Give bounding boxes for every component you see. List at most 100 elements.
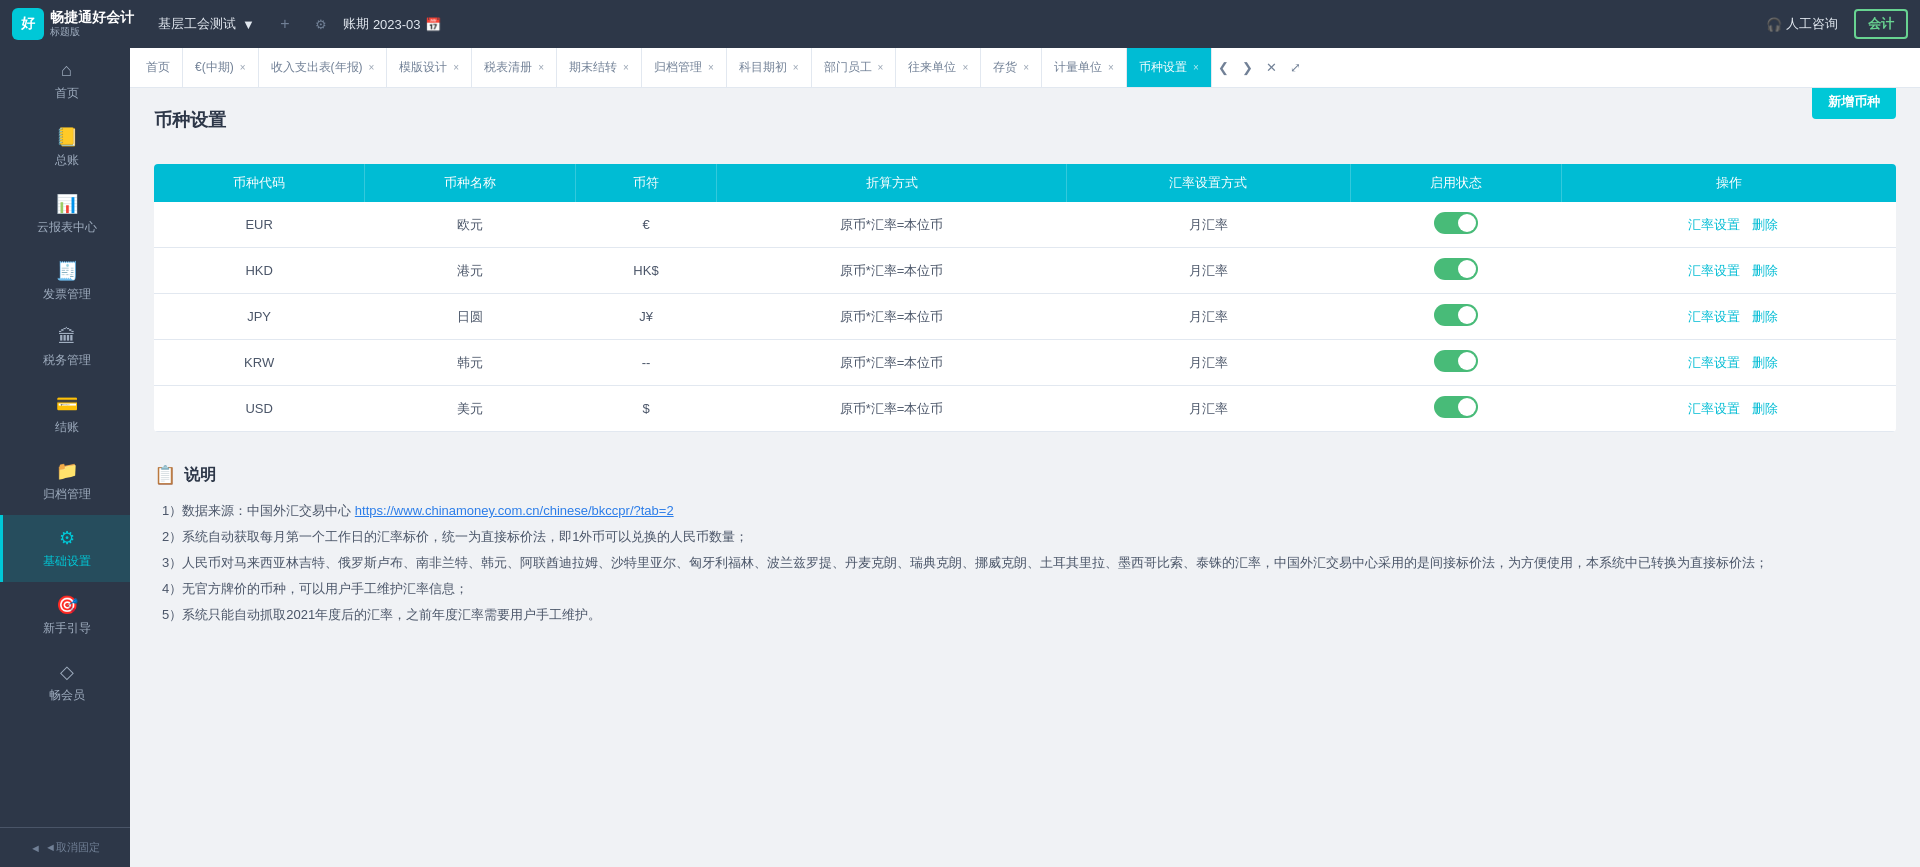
sidebar-item-home[interactable]: ⌂ 首页 (0, 48, 130, 114)
tab-period-end[interactable]: 期末结转 × (557, 48, 642, 88)
delete-link[interactable]: 删除 (1752, 355, 1778, 370)
cell-name: 港元 (364, 248, 576, 294)
sidebar-item-checkout[interactable]: 💳 结账 (0, 381, 130, 448)
cell-calc: 原币*汇率=本位币 (716, 248, 1067, 294)
tab-template-close[interactable]: × (453, 62, 459, 73)
logo-icon: 好 (12, 8, 44, 40)
tab-period-label: €(中期) (195, 59, 234, 76)
tab-unit[interactable]: 计量单位 × (1042, 48, 1127, 88)
sidebar-item-member[interactable]: ◇ 畅会员 (0, 649, 130, 716)
tab-income[interactable]: 收入支出表(年报) × (259, 48, 388, 88)
archive-icon: 📁 (56, 460, 78, 482)
sidebar-member-label: 畅会员 (49, 687, 85, 704)
cell-rate-type: 月汇率 (1067, 386, 1350, 432)
member-icon: ◇ (60, 661, 74, 683)
rate-setting-link[interactable]: 汇率设置 (1688, 263, 1740, 278)
tab-archive-close[interactable]: × (708, 62, 714, 73)
tab-prev-button[interactable]: ❮ (1212, 48, 1236, 88)
cell-rate-type: 月汇率 (1067, 294, 1350, 340)
sidebar-item-invoice[interactable]: 🧾 发票管理 (0, 248, 130, 315)
tab-period-close[interactable]: × (240, 62, 246, 73)
enabled-toggle[interactable] (1434, 258, 1478, 280)
tab-customer[interactable]: 往来单位 × (896, 48, 981, 88)
enabled-toggle[interactable] (1434, 396, 1478, 418)
rate-setting-link[interactable]: 汇率设置 (1688, 355, 1740, 370)
tab-tax[interactable]: 税表清册 × (472, 48, 557, 88)
currency-table: 币种代码 币种名称 币符 折算方式 汇率设置方式 启用状态 操作 EUR 欧元 … (154, 164, 1896, 432)
sidebar-footer-collapse[interactable]: ◄ ◄取消固定 (0, 827, 130, 867)
reports-icon: 📊 (56, 193, 78, 215)
sidebar-item-settings[interactable]: ⚙ 基础设置 (0, 515, 130, 582)
note-title-text: 说明 (184, 465, 216, 486)
cell-code: EUR (154, 202, 364, 248)
sidebar-item-archive[interactable]: 📁 归档管理 (0, 448, 130, 515)
tab-tax-close[interactable]: × (538, 62, 544, 73)
tab-currency-close[interactable]: × (1193, 62, 1199, 73)
tab-period[interactable]: €(中期) × (183, 48, 259, 88)
tab-template[interactable]: 模版设计 × (387, 48, 472, 88)
cell-code: USD (154, 386, 364, 432)
delete-link[interactable]: 删除 (1752, 401, 1778, 416)
settings-button[interactable]: ⚙ (307, 4, 335, 44)
top-bar-actions: 🎧 人工咨询 会计 (1758, 9, 1908, 39)
sidebar-guide-label: 新手引导 (43, 620, 91, 637)
period-value: 2023-03 (373, 17, 421, 32)
cell-code: HKD (154, 248, 364, 294)
tab-inventory[interactable]: 存货 × (981, 48, 1042, 88)
tab-home[interactable]: 首页 (134, 48, 183, 88)
col-rate-type: 汇率设置方式 (1067, 164, 1350, 202)
enabled-toggle[interactable] (1434, 304, 1478, 326)
cell-rate-type: 月汇率 (1067, 202, 1350, 248)
tab-unit-close[interactable]: × (1108, 62, 1114, 73)
tab-next-button[interactable]: ❯ (1236, 48, 1260, 88)
tab-template-label: 模版设计 (399, 59, 447, 76)
tab-dept-close[interactable]: × (878, 62, 884, 73)
rate-setting-link[interactable]: 汇率设置 (1688, 401, 1740, 416)
tab-dept[interactable]: 部门员工 × (812, 48, 897, 88)
cell-enabled (1350, 248, 1562, 294)
delete-link[interactable]: 删除 (1752, 309, 1778, 324)
period-label: 账期 (343, 15, 369, 33)
tab-expand-button[interactable]: ⤢ (1284, 48, 1308, 88)
sidebar-item-guide[interactable]: 🎯 新手引导 (0, 582, 130, 649)
sidebar-tax-label: 税务管理 (43, 352, 91, 369)
delete-link[interactable]: 删除 (1752, 263, 1778, 278)
sidebar-reports-label: 云报表中心 (37, 219, 97, 236)
tab-archive[interactable]: 归档管理 × (642, 48, 727, 88)
add-tab-button[interactable]: + (271, 4, 299, 44)
cell-enabled (1350, 340, 1562, 386)
delete-link[interactable]: 删除 (1752, 217, 1778, 232)
cell-rate-type: 月汇率 (1067, 340, 1350, 386)
table-row: JPY 日圆 J¥ 原币*汇率=本位币 月汇率 汇率设置 删除 (154, 294, 1896, 340)
note-section: 📋 说明 1）数据来源：中国外汇交易中心 https://www.chinamo… (154, 464, 1896, 628)
tab-currency-label: 币种设置 (1139, 59, 1187, 76)
tab-income-close[interactable]: × (369, 62, 375, 73)
tab-customer-close[interactable]: × (962, 62, 968, 73)
tab-close-all-button[interactable]: ✕ (1260, 48, 1284, 88)
tab-period-end-close[interactable]: × (623, 62, 629, 73)
tab-subject[interactable]: 科目期初 × (727, 48, 812, 88)
sidebar-item-reports[interactable]: 📊 云报表中心 (0, 181, 130, 248)
new-currency-button[interactable]: 新增币种 (1812, 88, 1896, 119)
tab-currency[interactable]: 币种设置 × (1127, 48, 1212, 88)
enabled-toggle[interactable] (1434, 350, 1478, 372)
calendar-icon[interactable]: 📅 (425, 17, 441, 32)
company-selector[interactable]: 基层工会测试 ▼ (150, 11, 263, 37)
tab-income-label: 收入支出表(年报) (271, 59, 363, 76)
rate-setting-link[interactable]: 汇率设置 (1688, 217, 1740, 232)
tab-inventory-close[interactable]: × (1023, 62, 1029, 73)
rate-setting-link[interactable]: 汇率设置 (1688, 309, 1740, 324)
note-link[interactable]: https://www.chinamoney.com.cn/chinese/bk… (355, 503, 674, 518)
cell-action: 汇率设置 删除 (1562, 340, 1896, 386)
enabled-toggle[interactable] (1434, 212, 1478, 234)
home-icon: ⌂ (61, 60, 72, 81)
cell-action: 汇率设置 删除 (1562, 294, 1896, 340)
human-service-button[interactable]: 🎧 人工咨询 (1758, 11, 1846, 37)
sidebar-item-ledger[interactable]: 📒 总账 (0, 114, 130, 181)
account-button[interactable]: 会计 (1854, 9, 1908, 39)
sidebar-item-tax[interactable]: 🏛 税务管理 (0, 315, 130, 381)
tab-subject-label: 科目期初 (739, 59, 787, 76)
col-name: 币种名称 (364, 164, 576, 202)
tab-subject-close[interactable]: × (793, 62, 799, 73)
sidebar-settings-label: 基础设置 (43, 553, 91, 570)
